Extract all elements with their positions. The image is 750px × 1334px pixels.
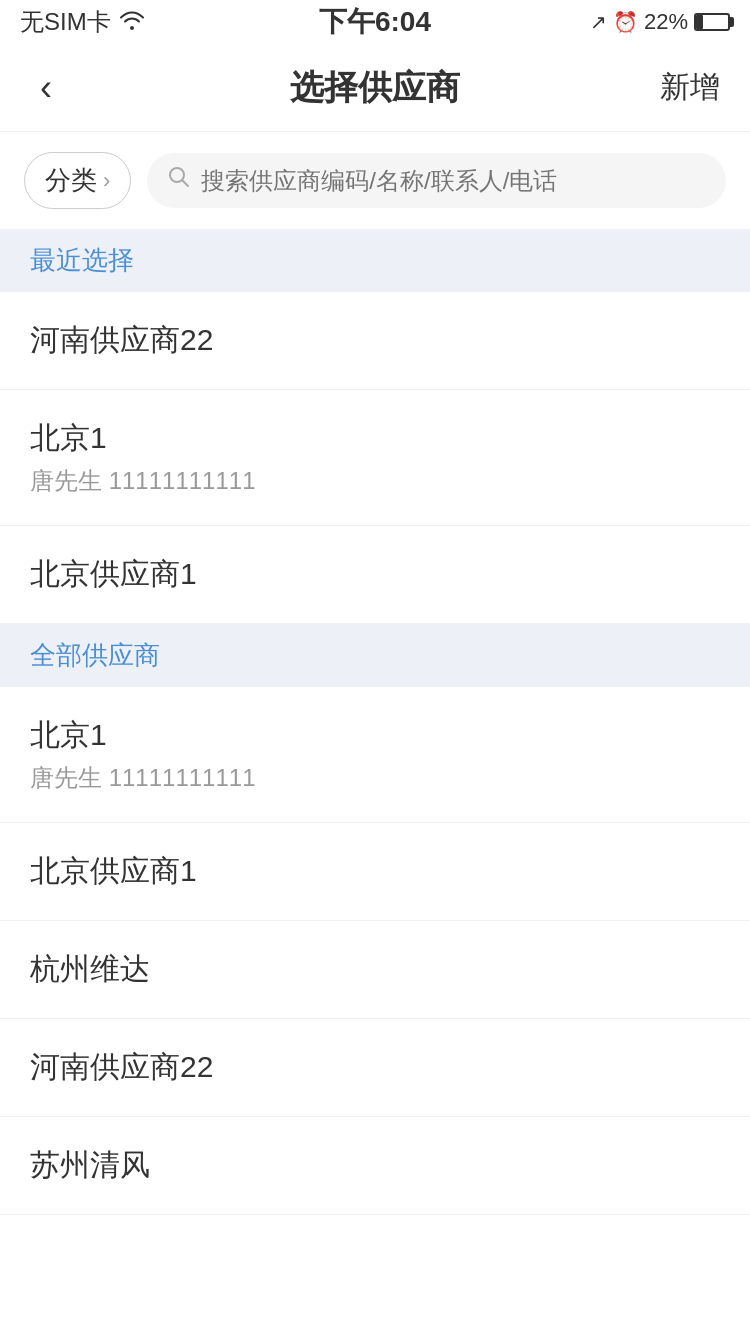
page-title: 选择供应商 bbox=[290, 65, 460, 111]
list-item[interactable]: 北京1 唐先生 11111111111 bbox=[0, 390, 750, 526]
recent-section-header: 最近选择 bbox=[0, 229, 750, 292]
wifi-icon bbox=[119, 8, 145, 36]
chevron-right-icon: › bbox=[103, 168, 110, 194]
list-item[interactable]: 河南供应商22 bbox=[0, 292, 750, 390]
item-name: 苏州清风 bbox=[30, 1145, 720, 1186]
add-button[interactable]: 新增 bbox=[660, 67, 720, 108]
all-section-label: 全部供应商 bbox=[30, 640, 160, 670]
nav-bar: ‹ 选择供应商 新增 bbox=[0, 44, 750, 132]
status-time: 下午6:04 bbox=[319, 3, 431, 41]
list-item[interactable]: 苏州清风 bbox=[0, 1117, 750, 1215]
battery-icon bbox=[694, 13, 730, 31]
carrier-label: 无SIM卡 bbox=[20, 6, 111, 38]
status-left: 无SIM卡 bbox=[20, 6, 145, 38]
category-label: 分类 bbox=[45, 163, 97, 198]
list-item[interactable]: 北京1 唐先生 11111111111 bbox=[0, 687, 750, 823]
item-name: 河南供应商22 bbox=[30, 320, 720, 361]
status-right: ↗ ⏰ 22% bbox=[590, 9, 730, 35]
back-button[interactable]: ‹ bbox=[30, 57, 62, 119]
alarm-icon: ⏰ bbox=[613, 10, 638, 34]
item-name: 北京1 bbox=[30, 715, 720, 756]
location-icon: ↗ bbox=[590, 10, 607, 34]
search-icon bbox=[167, 165, 191, 196]
all-section-header: 全部供应商 bbox=[0, 624, 750, 687]
recent-section-label: 最近选择 bbox=[30, 245, 134, 275]
item-name: 北京供应商1 bbox=[30, 554, 720, 595]
item-name: 河南供应商22 bbox=[30, 1047, 720, 1088]
search-box[interactable] bbox=[147, 153, 726, 208]
item-name: 杭州维达 bbox=[30, 949, 720, 990]
recent-items-list: 河南供应商22 北京1 唐先生 11111111111 北京供应商1 bbox=[0, 292, 750, 624]
list-item[interactable]: 河南供应商22 bbox=[0, 1019, 750, 1117]
category-filter[interactable]: 分类 › bbox=[24, 152, 131, 209]
svg-line-1 bbox=[183, 181, 189, 187]
search-input[interactable] bbox=[201, 167, 706, 195]
all-items-list: 北京1 唐先生 11111111111 北京供应商1 杭州维达河南供应商22 苏州清风 bbox=[0, 687, 750, 1215]
status-bar: 无SIM卡 下午6:04 ↗ ⏰ 22% bbox=[0, 0, 750, 44]
battery-label: 22% bbox=[644, 9, 688, 35]
list-item[interactable]: 北京供应商1 bbox=[0, 823, 750, 921]
item-name: 北京供应商1 bbox=[30, 851, 720, 892]
list-item[interactable]: 北京供应商1 bbox=[0, 526, 750, 624]
item-contact: 唐先生 11111111111 bbox=[30, 465, 720, 497]
item-contact: 唐先生 11111111111 bbox=[30, 762, 720, 794]
filter-bar: 分类 › bbox=[0, 132, 750, 229]
item-name: 北京1 bbox=[30, 418, 720, 459]
list-item[interactable]: 杭州维达 bbox=[0, 921, 750, 1019]
